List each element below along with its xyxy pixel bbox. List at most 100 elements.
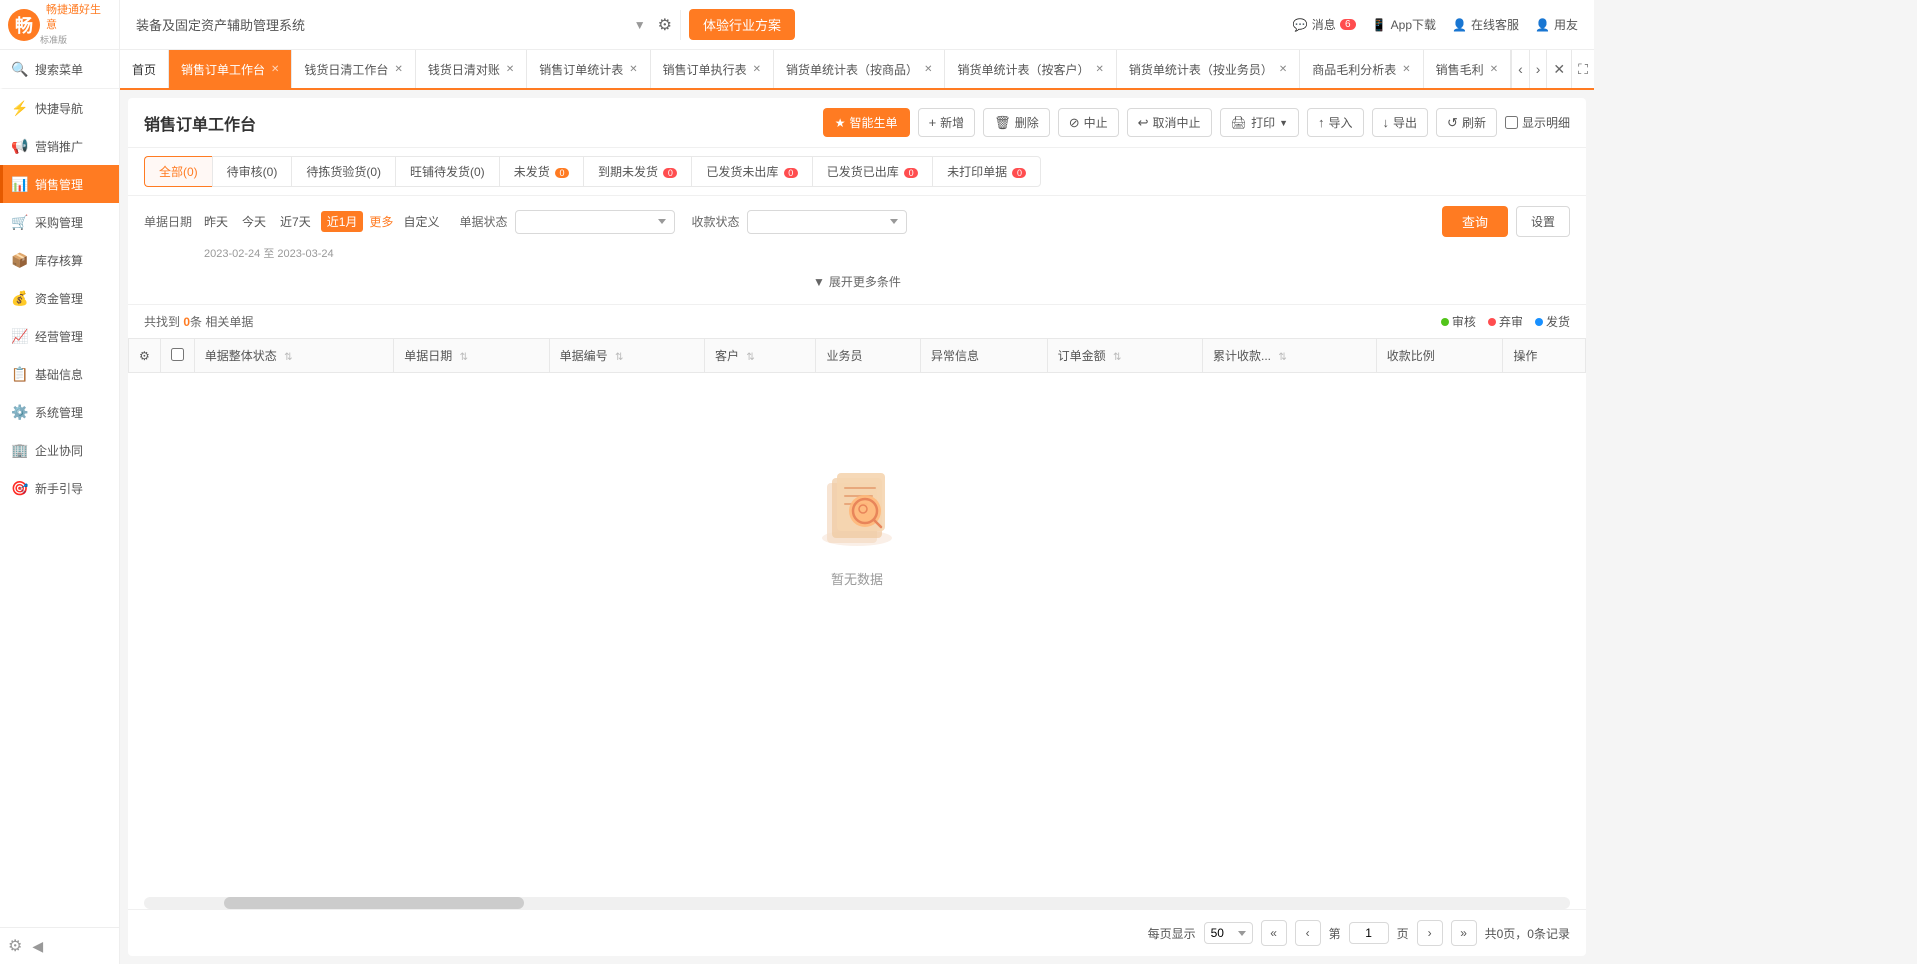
show-detail-checkbox[interactable] xyxy=(1505,116,1518,129)
filter-tab-shipped-not-wh[interactable]: 已发货未出库 0 xyxy=(691,156,811,187)
show-detail-label[interactable]: 显示明细 xyxy=(1505,114,1570,131)
tab-margin-analysis[interactable]: 商品毛利分析表 ✕ xyxy=(1300,50,1423,89)
tab-scroll-right[interactable]: › xyxy=(1529,50,1547,89)
tab-sales-by-customer[interactable]: 销货单统计表（按客户） ✕ xyxy=(945,50,1116,89)
filter-tab-pending-inspect[interactable]: 待拣货验货(0) xyxy=(291,156,395,187)
smart-gen-btn[interactable]: ★ 智能生单 xyxy=(823,108,910,137)
tab-close-margin-analysis[interactable]: ✕ xyxy=(1402,64,1410,75)
tab-close-sales-by-customer[interactable]: ✕ xyxy=(1095,64,1103,75)
sidebar: 畅 畅捷通好生意 标准版 🔍 搜索菜单 ⚡ 快捷导航 📢 营销推广 📊 销售管理… xyxy=(0,0,120,964)
delete-btn[interactable]: 🗑 删除 xyxy=(983,108,1050,137)
industry-btn[interactable]: 体验行业方案 xyxy=(689,9,795,40)
filter-tab-shipped-wh[interactable]: 已发货已出库 0 xyxy=(812,156,932,187)
date-btn-yesterday[interactable]: 昨天 xyxy=(200,211,232,232)
th-number[interactable]: 单据编号 ⇅ xyxy=(549,339,704,373)
prev-page-btn[interactable]: ‹ xyxy=(1295,920,1321,946)
th-customer[interactable]: 客户 ⇅ xyxy=(705,339,816,373)
print-btn[interactable]: 🖨 打印 ▼ xyxy=(1220,108,1299,137)
date-btn-today[interactable]: 今天 xyxy=(238,211,270,232)
tab-close-sales-workbench[interactable]: ✕ xyxy=(271,64,279,75)
query-btn[interactable]: 查询 xyxy=(1442,206,1508,237)
sidebar-item-inventory[interactable]: 📦 库存核算 xyxy=(0,241,119,279)
sidebar-item-finance[interactable]: 💰 资金管理 xyxy=(0,279,119,317)
expand-conditions-btn[interactable]: ▼ 展开更多条件 xyxy=(144,269,1570,294)
last-page-btn[interactable]: » xyxy=(1451,920,1477,946)
next-page-btn[interactable]: › xyxy=(1417,920,1443,946)
tab-sales-by-product[interactable]: 销货单统计表（按商品） ✕ xyxy=(774,50,945,89)
ship-action-btn[interactable]: 发货 xyxy=(1535,313,1570,330)
page-size-select[interactable]: 50 20 100 xyxy=(1204,922,1253,944)
sidebar-item-system[interactable]: ⚙️ 系统管理 xyxy=(0,393,119,431)
sidebar-item-sales[interactable]: 📊 销售管理 xyxy=(0,165,119,203)
filter-tab-unprinted[interactable]: 未打印单据 0 xyxy=(932,156,1041,187)
filter-tab-pending-review[interactable]: 待审核(0) xyxy=(212,156,292,187)
filter-tab-overdue[interactable]: 到期未发货 0 xyxy=(583,156,691,187)
tab-close-sales-profit[interactable]: ✕ xyxy=(1490,64,1498,75)
tab-sales-stats[interactable]: 销售订单统计表 ✕ xyxy=(527,50,650,89)
online-service-btn[interactable]: 👤 在线客服 xyxy=(1452,16,1519,33)
filter-tab-wangpu[interactable]: 旺铺待发货(0) xyxy=(395,156,499,187)
status-select[interactable] xyxy=(515,210,675,234)
inventory-label: 库存核算 xyxy=(35,252,83,269)
th-date[interactable]: 单据日期 ⇅ xyxy=(394,339,549,373)
filter-tab-all[interactable]: 全部(0) xyxy=(144,156,212,187)
tab-sales-workbench[interactable]: 销售订单工作台 ✕ xyxy=(169,50,292,89)
review-action-btn[interactable]: 审核 xyxy=(1441,313,1476,330)
horizontal-scrollbar[interactable] xyxy=(144,897,1570,909)
first-page-btn[interactable]: « xyxy=(1261,920,1287,946)
tab-sales-profit[interactable]: 销售毛利 ✕ xyxy=(1424,50,1511,89)
tab-close-all[interactable]: ✕ xyxy=(1546,50,1571,89)
export-btn[interactable]: ↓ 导出 xyxy=(1372,108,1429,137)
sidebar-item-purchase[interactable]: 🛒 采购管理 xyxy=(0,203,119,241)
filter-tab-unshipped[interactable]: 未发货 0 xyxy=(499,156,583,187)
date-range-display: 2023-02-24 至 2023-03-24 xyxy=(204,245,334,261)
settings-icon[interactable]: ⚙ xyxy=(658,15,672,35)
tab-close-sales-stats[interactable]: ✕ xyxy=(629,64,637,75)
sidebar-item-search[interactable]: 🔍 搜索菜单 xyxy=(0,50,119,89)
tab-cash-reconcile[interactable]: 钱货日清对账 ✕ xyxy=(416,50,527,89)
sidebar-item-marketing[interactable]: 📢 营销推广 xyxy=(0,127,119,165)
unreviewed-action-btn[interactable]: 弃审 xyxy=(1488,313,1523,330)
app-download-btn[interactable]: 📱 App下载 xyxy=(1372,16,1436,33)
sidebar-item-enterprise[interactable]: 🏢 企业协同 xyxy=(0,431,119,469)
date-btn-1month[interactable]: 近1月 xyxy=(321,211,364,232)
tab-close-cash-daily[interactable]: ✕ xyxy=(394,64,402,75)
user-btn[interactable]: 👤 用友 xyxy=(1535,16,1578,33)
col-settings-icon[interactable]: ⚙ xyxy=(139,349,150,363)
tab-cash-daily[interactable]: 钱货日清工作台 ✕ xyxy=(292,50,415,89)
date-btn-custom[interactable]: 自定义 xyxy=(399,211,443,232)
sidebar-item-basic-info[interactable]: 📋 基础信息 xyxy=(0,355,119,393)
th-received[interactable]: 累计收款... ⇅ xyxy=(1203,339,1377,373)
stop-btn[interactable]: ⊘ 中止 xyxy=(1058,108,1119,137)
tab-close-sales-by-staff[interactable]: ✕ xyxy=(1279,64,1287,75)
sidebar-settings-icon[interactable]: ⚙ xyxy=(8,936,22,956)
select-all-checkbox[interactable] xyxy=(171,348,184,361)
tab-close-sales-exec[interactable]: ✕ xyxy=(753,64,761,75)
refresh-btn[interactable]: ↺ 刷新 xyxy=(1436,108,1497,137)
tab-close-cash-reconcile[interactable]: ✕ xyxy=(506,64,514,75)
chevron-down-icon[interactable]: ▼ xyxy=(634,18,646,32)
th-amount[interactable]: 订单金额 ⇅ xyxy=(1047,339,1202,373)
scrollbar-thumb[interactable] xyxy=(224,897,524,909)
setting-btn[interactable]: 设置 xyxy=(1516,206,1570,237)
tab-sales-exec[interactable]: 销售订单执行表 ✕ xyxy=(651,50,774,89)
cancel-stop-btn[interactable]: ↩ 取消中止 xyxy=(1127,108,1212,137)
tab-fullscreen[interactable]: ⛶ xyxy=(1571,50,1594,89)
page-content: 销售订单工作台 ★ 智能生单 + 新增 🗑 删除 ⊘ 中止 xyxy=(128,98,1586,956)
message-btn[interactable]: 💬 消息 6 xyxy=(1293,16,1356,33)
tab-home[interactable]: 首页 xyxy=(120,50,169,89)
sidebar-item-quick-nav[interactable]: ⚡ 快捷导航 xyxy=(0,89,119,127)
date-btn-more[interactable]: 更多 xyxy=(369,213,393,230)
tab-close-sales-by-product[interactable]: ✕ xyxy=(924,64,932,75)
date-btn-7days[interactable]: 近7天 xyxy=(276,211,315,232)
th-status[interactable]: 单据整体状态 ⇅ xyxy=(194,339,393,373)
tab-sales-by-staff[interactable]: 销货单统计表（按业务员） ✕ xyxy=(1117,50,1300,89)
import-btn[interactable]: ↑ 导入 xyxy=(1307,108,1364,137)
add-btn[interactable]: + 新增 xyxy=(918,108,976,137)
page-input[interactable] xyxy=(1349,922,1389,944)
payment-select[interactable] xyxy=(747,210,907,234)
sidebar-item-operation[interactable]: 📈 经营管理 xyxy=(0,317,119,355)
sidebar-item-guide[interactable]: 🎯 新手引导 xyxy=(0,469,119,507)
sidebar-collapse-icon[interactable]: ◀ xyxy=(32,938,43,955)
tab-scroll-left[interactable]: ‹ xyxy=(1511,50,1529,89)
